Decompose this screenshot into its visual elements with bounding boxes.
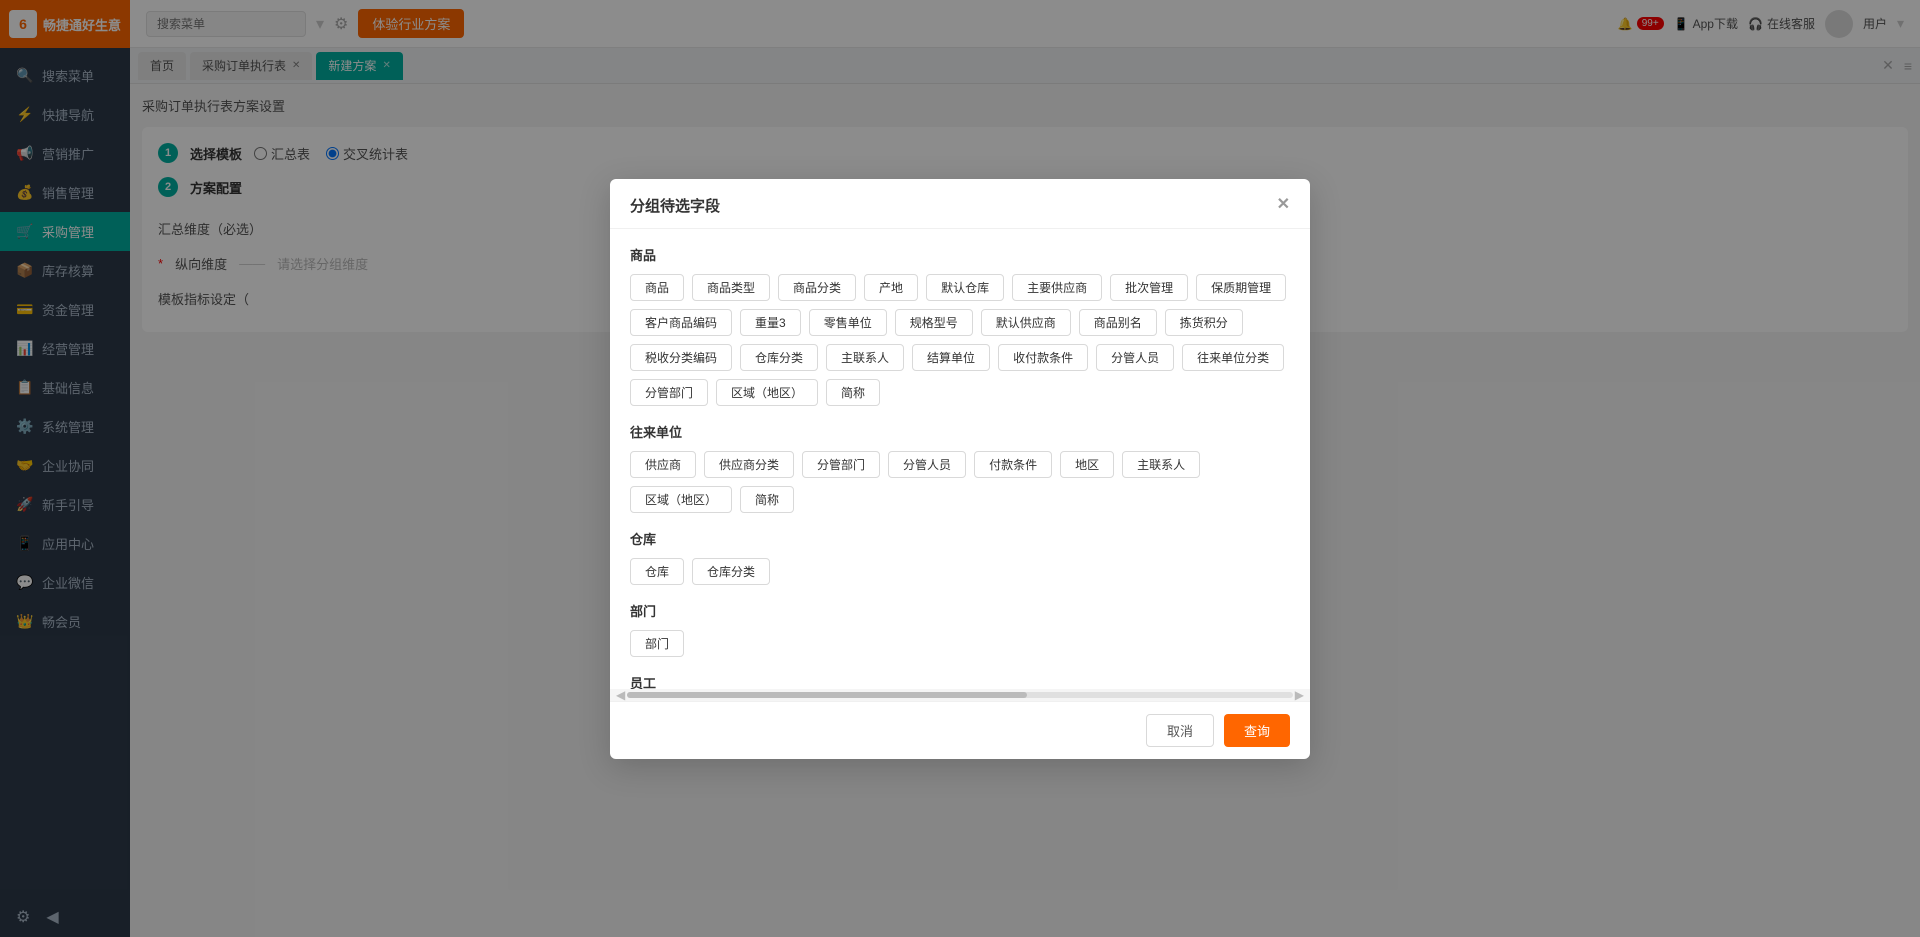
scroll-thumb <box>627 692 1026 698</box>
field-tag-region-partner[interactable]: 地区 <box>1060 451 1114 478</box>
field-tag-pick-points[interactable]: 拣货积分 <box>1165 309 1243 336</box>
cancel-button[interactable]: 取消 <box>1146 714 1214 747</box>
field-tag-partner-category[interactable]: 往来单位分类 <box>1182 344 1284 371</box>
section-partner-title: 往来单位 <box>630 422 1290 441</box>
field-tag-region-goods[interactable]: 区域（地区） <box>716 379 818 406</box>
field-tag-goods-type[interactable]: 商品类型 <box>692 274 770 301</box>
field-tag-tax-code[interactable]: 税收分类编码 <box>630 344 732 371</box>
field-tag-settlement-unit[interactable]: 结算单位 <box>912 344 990 371</box>
field-tag-main-supplier[interactable]: 主要供应商 <box>1012 274 1102 301</box>
field-tag-partner-dept[interactable]: 分管部门 <box>802 451 880 478</box>
modal-title: 分组待选字段 <box>630 195 720 216</box>
scroll-left-btn[interactable]: ◀ <box>614 688 627 702</box>
field-tag-supplier[interactable]: 供应商 <box>630 451 696 478</box>
field-tag-retail-unit[interactable]: 零售单位 <box>809 309 887 336</box>
section-department-title: 部门 <box>630 601 1290 620</box>
field-tag-partner-contact[interactable]: 主联系人 <box>1122 451 1200 478</box>
field-tag-weight3[interactable]: 重量3 <box>740 309 801 336</box>
field-tag-partner-person[interactable]: 分管人员 <box>888 451 966 478</box>
field-tag-dept-charge[interactable]: 分管部门 <box>630 379 708 406</box>
scroll-right-btn[interactable]: ▶ <box>1293 688 1306 702</box>
section-goods: 商品 商品 商品类型 商品分类 产地 默认仓库 主要供应商 批次管理 保质期管理… <box>630 245 1290 406</box>
section-goods-tags: 商品 商品类型 商品分类 产地 默认仓库 主要供应商 批次管理 保质期管理 客户… <box>630 274 1290 406</box>
field-tag-payment-terms[interactable]: 收付款条件 <box>998 344 1088 371</box>
field-tag-warehouse-category[interactable]: 仓库分类 <box>740 344 818 371</box>
field-tag-expiry-mgmt[interactable]: 保质期管理 <box>1196 274 1286 301</box>
scroll-track <box>627 692 1293 698</box>
section-department: 部门 部门 <box>630 601 1290 657</box>
modal-footer: 取消 查询 <box>610 701 1310 759</box>
field-tag-default-warehouse[interactable]: 默认仓库 <box>926 274 1004 301</box>
field-tag-abbr-goods[interactable]: 简称 <box>826 379 880 406</box>
section-department-tags: 部门 <box>630 630 1290 657</box>
field-tag-default-supplier[interactable]: 默认供应商 <box>981 309 1071 336</box>
modal-header: 分组待选字段 ✕ <box>610 179 1310 229</box>
field-tag-person-charge[interactable]: 分管人员 <box>1096 344 1174 371</box>
field-tag-warehouse-cat[interactable]: 仓库分类 <box>692 558 770 585</box>
confirm-button[interactable]: 查询 <box>1224 714 1290 747</box>
field-tag-region-partner2[interactable]: 区域（地区） <box>630 486 732 513</box>
section-goods-title: 商品 <box>630 245 1290 264</box>
modal-horizontal-scrollbar[interactable]: ◀ ▶ <box>610 689 1310 701</box>
field-tag-abbr-partner[interactable]: 简称 <box>740 486 794 513</box>
field-tag-goods-alias[interactable]: 商品别名 <box>1079 309 1157 336</box>
field-tag-payment-condition[interactable]: 付款条件 <box>974 451 1052 478</box>
section-partner-tags: 供应商 供应商分类 分管部门 分管人员 付款条件 地区 主联系人 区域（地区） … <box>630 451 1290 513</box>
modal-body: 商品 商品 商品类型 商品分类 产地 默认仓库 主要供应商 批次管理 保质期管理… <box>610 229 1310 689</box>
modal-close-btn[interactable]: ✕ <box>1277 197 1290 213</box>
section-employee: 员工 业务员 <box>630 673 1290 689</box>
field-tag-batch-mgmt[interactable]: 批次管理 <box>1110 274 1188 301</box>
field-tag-origin[interactable]: 产地 <box>864 274 918 301</box>
field-select-modal: 分组待选字段 ✕ 商品 商品 商品类型 商品分类 产地 默认仓库 主要供应商 批… <box>610 179 1310 759</box>
field-tag-warehouse[interactable]: 仓库 <box>630 558 684 585</box>
field-tag-department[interactable]: 部门 <box>630 630 684 657</box>
field-tag-main-contact[interactable]: 主联系人 <box>826 344 904 371</box>
field-tag-spec-model[interactable]: 规格型号 <box>895 309 973 336</box>
section-warehouse: 仓库 仓库 仓库分类 <box>630 529 1290 585</box>
section-warehouse-title: 仓库 <box>630 529 1290 548</box>
modal-overlay: 分组待选字段 ✕ 商品 商品 商品类型 商品分类 产地 默认仓库 主要供应商 批… <box>0 0 1920 937</box>
field-tag-customer-code[interactable]: 客户商品编码 <box>630 309 732 336</box>
field-tag-goods-category[interactable]: 商品分类 <box>778 274 856 301</box>
section-warehouse-tags: 仓库 仓库分类 <box>630 558 1290 585</box>
section-partner: 往来单位 供应商 供应商分类 分管部门 分管人员 付款条件 地区 主联系人 区域… <box>630 422 1290 513</box>
section-employee-title: 员工 <box>630 673 1290 689</box>
field-tag-goods[interactable]: 商品 <box>630 274 684 301</box>
field-tag-supplier-category[interactable]: 供应商分类 <box>704 451 794 478</box>
